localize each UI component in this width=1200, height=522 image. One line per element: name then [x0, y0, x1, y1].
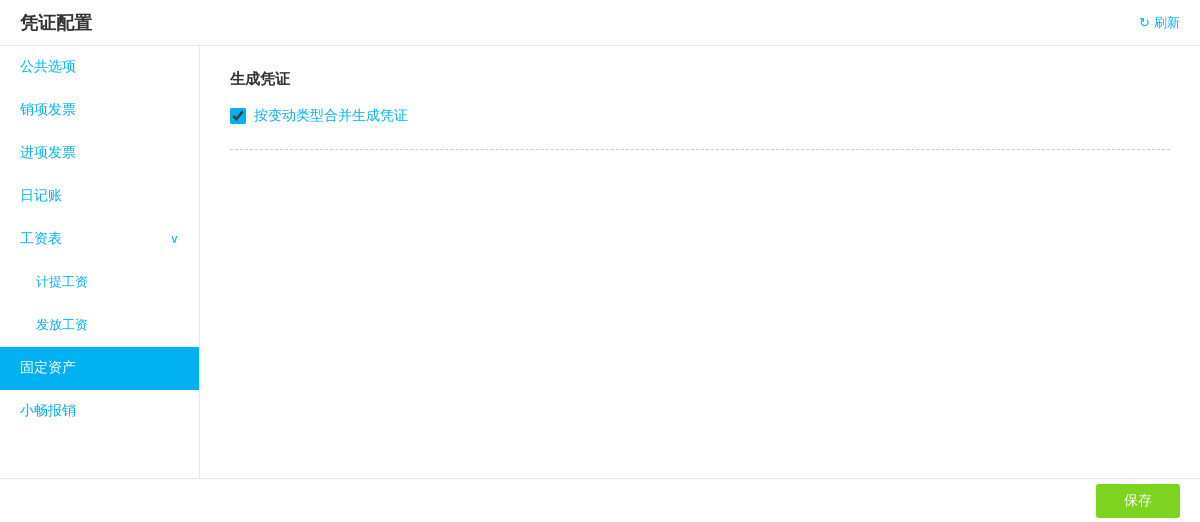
sidebar: 公共选项销项发票进项发票日记账工资表 ∨ 计提工资发放工资固定资产小畅报销 [0, 46, 200, 478]
sidebar-item-label: 日记账 [20, 187, 62, 205]
sidebar-item-label: 工资表 [20, 230, 62, 248]
section-title: 生成凭证 [230, 70, 1170, 89]
main-content: 生成凭证 按变动类型合并生成凭证 [200, 46, 1200, 478]
sidebar-item-label: 进项发票 [20, 144, 76, 162]
sidebar-item-accrual-payroll[interactable]: 计提工资 [0, 261, 199, 304]
merge-by-type-checkbox[interactable] [230, 108, 246, 124]
checkbox-row: 按变动类型合并生成凭证 [230, 107, 1170, 125]
sidebar-item-label: 小畅报销 [20, 402, 76, 420]
sidebar-item-fixed-assets[interactable]: 固定资产 [0, 347, 199, 390]
sidebar-item-expense-claim[interactable]: 小畅报销 [0, 390, 199, 433]
refresh-icon: ↻ [1139, 15, 1150, 30]
sidebar-item-label: 公共选项 [20, 58, 76, 76]
page-footer: 保存 [0, 478, 1200, 522]
sidebar-item-label: 固定资产 [20, 359, 76, 377]
sidebar-item-label: 销项发票 [20, 101, 76, 119]
sidebar-item-issue-payroll[interactable]: 发放工资 [0, 304, 199, 347]
sidebar-item-label: 发放工资 [36, 316, 88, 334]
refresh-button[interactable]: ↻ 刷新 [1139, 14, 1180, 32]
sidebar-item-purchase-invoice[interactable]: 进项发票 [0, 132, 199, 175]
page-header: 凭证配置 ↻ 刷新 [0, 0, 1200, 46]
sidebar-item-journal[interactable]: 日记账 [0, 175, 199, 218]
main-layout: 公共选项销项发票进项发票日记账工资表 ∨ 计提工资发放工资固定资产小畅报销 生成凭证… [0, 46, 1200, 478]
sidebar-item-sales-invoice[interactable]: 销项发票 [0, 89, 199, 132]
save-button[interactable]: 保存 [1096, 484, 1180, 518]
refresh-label: 刷新 [1154, 14, 1180, 32]
chevron-down-icon: ∨ [170, 232, 179, 246]
page-title: 凭证配置 [20, 11, 92, 35]
section-divider [230, 149, 1170, 150]
sidebar-item-public-options[interactable]: 公共选项 [0, 46, 199, 89]
sidebar-item-payroll-table[interactable]: 工资表 ∨ [0, 218, 199, 261]
sidebar-item-label: 计提工资 [36, 273, 88, 291]
merge-by-type-label[interactable]: 按变动类型合并生成凭证 [254, 107, 408, 125]
